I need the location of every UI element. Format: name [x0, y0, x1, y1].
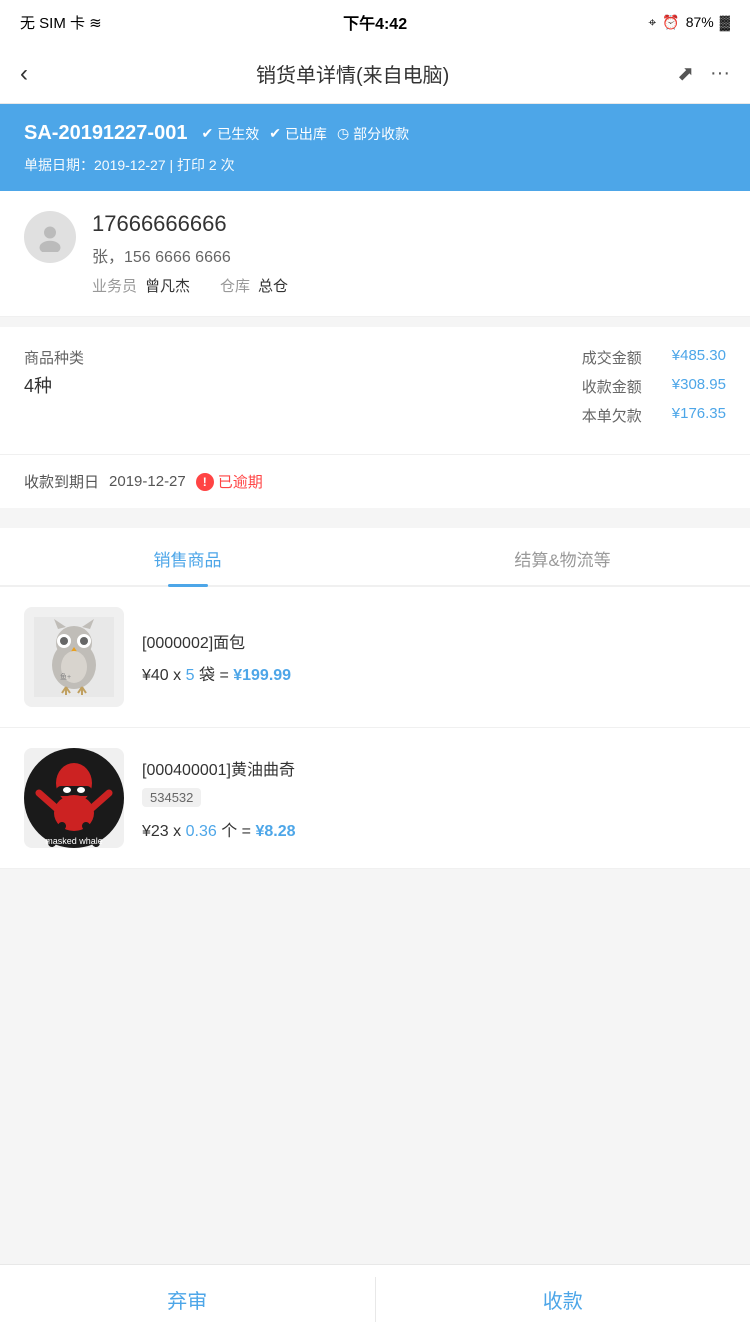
product-tag-2: 534532 — [142, 788, 201, 807]
meta-separator: | — [170, 157, 178, 173]
price-eq-1: = — [219, 667, 233, 684]
overdue-icon: ! — [196, 473, 214, 491]
salesperson-value: 曾凡杰 — [145, 275, 190, 296]
due-date-value: 2019-12-27 — [109, 473, 186, 490]
owed-amount-label: 本单欠款 — [582, 405, 642, 426]
price-total-2: ¥8.28 — [255, 823, 295, 840]
customer-meta: 业务员 曾凡杰 仓库 总仓 — [92, 275, 288, 296]
status-effected-label: 已生效 — [217, 124, 259, 144]
status-shipped: ✔ 已出库 — [269, 124, 327, 144]
product-item-2: masked whale [000400001]黄油曲奇 534532 ¥23 … — [0, 728, 750, 869]
collected-amount-row: 收款金额 ¥308.95 — [582, 376, 726, 397]
customer-account: 17666666666 — [92, 211, 288, 237]
due-date-label: 收款到期日 — [24, 471, 99, 492]
price-total-1: ¥199.99 — [233, 667, 291, 684]
price-unit-2: 个 — [221, 823, 237, 840]
status-partial: ◷ 部分收款 — [337, 124, 409, 144]
status-left: 无 SIM 卡 ≋ — [20, 12, 102, 33]
order-print-count: 打印 2 次 — [177, 157, 235, 173]
status-shipped-label: 已出库 — [285, 124, 327, 144]
price-unit-1: 袋 — [199, 667, 215, 684]
cancel-button[interactable]: 弃审 — [0, 1265, 375, 1334]
tab-products[interactable]: 销售商品 — [0, 528, 375, 585]
product-types-label: 商品种类 — [24, 347, 84, 368]
customer-phone: 张，156 6666 6666 — [92, 243, 288, 267]
battery-icon: ▓ — [720, 14, 730, 30]
owed-amount-value: ¥176.35 — [672, 405, 726, 426]
order-id: SA-20191227-001 — [24, 122, 187, 145]
product-item: 鱼+ [0000002]面包 ¥40 x 5 袋 = ¥199.99 — [0, 587, 750, 728]
deal-amount-label: 成交金额 — [582, 347, 642, 368]
action-bar: 弃审 收款 — [0, 1264, 750, 1334]
deal-amount-row: 成交金额 ¥485.30 — [582, 347, 726, 368]
nav-actions: ⬈ ··· — [677, 61, 730, 86]
product-price-1: ¥40 x 5 袋 = ¥199.99 — [142, 661, 726, 685]
order-header: SA-20191227-001 ✔ 已生效 ✔ 已出库 ◷ 部分收款 单据日期：… — [0, 104, 750, 191]
collected-amount-value: ¥308.95 — [672, 376, 726, 397]
check-icon-1: ✔ — [201, 125, 213, 142]
product-types-value: 4种 — [24, 372, 84, 398]
svg-text:鱼+: 鱼+ — [60, 672, 71, 681]
overdue-badge: ! 已逾期 — [196, 471, 263, 492]
product-info-1: [0000002]面包 ¥40 x 5 袋 = ¥199.99 — [142, 629, 726, 685]
status-right: ⌖ ⏰ 87% ▓ — [648, 14, 730, 31]
overdue-label: 已逾期 — [218, 471, 263, 492]
order-date: 单据日期：2019-12-27 — [24, 157, 166, 173]
due-date-section: 收款到期日 2019-12-27 ! 已逾期 — [0, 454, 750, 508]
warehouse-item: 仓库 总仓 — [220, 275, 288, 296]
status-bar: 无 SIM 卡 ≋ 下午4:42 ⌖ ⏰ 87% ▓ — [0, 0, 750, 44]
amounts-summary: 成交金额 ¥485.30 收款金额 ¥308.95 本单欠款 ¥176.35 — [582, 347, 726, 434]
customer-info: 17666666666 张，156 6666 6666 业务员 曾凡杰 仓库 总… — [92, 211, 288, 296]
confirm-button[interactable]: 收款 — [376, 1265, 750, 1334]
product-info-2: [000400001]黄油曲奇 534532 ¥23 x 0.36 个 = ¥8… — [142, 756, 726, 841]
order-header-row1: SA-20191227-001 ✔ 已生效 ✔ 已出库 ◷ 部分收款 — [24, 122, 726, 145]
status-partial-label: 部分收款 — [353, 124, 409, 144]
product-image-1: 鱼+ — [24, 607, 124, 707]
nav-bar: ‹ 销货单详情(来自电脑) ⬈ ··· — [0, 44, 750, 104]
product-name-2: [000400001]黄油曲奇 — [142, 756, 726, 780]
check-icon-2: ✔ — [269, 125, 281, 142]
clock-icon: ◷ — [337, 125, 349, 142]
price-x-1: x — [173, 667, 185, 684]
warehouse-label: 仓库 — [220, 275, 250, 296]
product-types: 商品种类 4种 — [24, 347, 84, 398]
warehouse-value: 总仓 — [258, 275, 288, 296]
product-price-2: ¥23 x 0.36 个 = ¥8.28 — [142, 817, 726, 841]
sim-status: 无 SIM 卡 ≋ — [20, 12, 102, 33]
back-button[interactable]: ‹ — [20, 60, 28, 88]
price-x-2: x — [173, 823, 185, 840]
customer-section: 17666666666 张，156 6666 6666 业务员 曾凡杰 仓库 总… — [0, 191, 750, 317]
price-base-1: ¥40 — [142, 667, 169, 684]
salesperson-item: 业务员 曾凡杰 — [92, 275, 190, 296]
salesperson-label: 业务员 — [92, 275, 137, 296]
tabs-section: 销售商品 结算&物流等 — [0, 528, 750, 587]
svg-text:masked whale: masked whale — [45, 836, 103, 846]
divider-2 — [0, 508, 750, 518]
divider-1 — [0, 317, 750, 327]
price-base-2: ¥23 — [142, 823, 169, 840]
status-time: 下午4:42 — [343, 10, 407, 34]
price-qty-1: 5 — [186, 667, 195, 684]
collected-amount-label: 收款金额 — [582, 376, 642, 397]
order-meta: 单据日期：2019-12-27 | 打印 2 次 — [24, 155, 726, 175]
more-button[interactable]: ··· — [710, 62, 730, 85]
customer-avatar — [24, 211, 76, 263]
alarm-icon: ⏰ — [662, 14, 679, 31]
product-image-2: masked whale — [24, 748, 124, 848]
page-title: 销货单详情(来自电脑) — [256, 59, 449, 88]
share-button[interactable]: ⬈ — [677, 61, 694, 86]
owed-amount-row: 本单欠款 ¥176.35 — [582, 405, 726, 426]
products-section: 鱼+ [0000002]面包 ¥40 x 5 袋 = ¥199.99 — [0, 587, 750, 869]
status-effected: ✔ 已生效 — [201, 124, 259, 144]
price-eq-2: = — [242, 823, 256, 840]
battery-level: 87% — [686, 14, 714, 30]
status-badges: ✔ 已生效 ✔ 已出库 ◷ 部分收款 — [201, 124, 409, 144]
summary-section: 商品种类 4种 成交金额 ¥485.30 收款金额 ¥308.95 本单欠款 ¥… — [0, 327, 750, 454]
deal-amount-value: ¥485.30 — [672, 347, 726, 368]
price-qty-2: 0.36 — [186, 823, 217, 840]
product-name-1: [0000002]面包 — [142, 629, 726, 653]
location-icon: ⌖ — [648, 14, 656, 31]
tab-settlement[interactable]: 结算&物流等 — [375, 528, 750, 585]
